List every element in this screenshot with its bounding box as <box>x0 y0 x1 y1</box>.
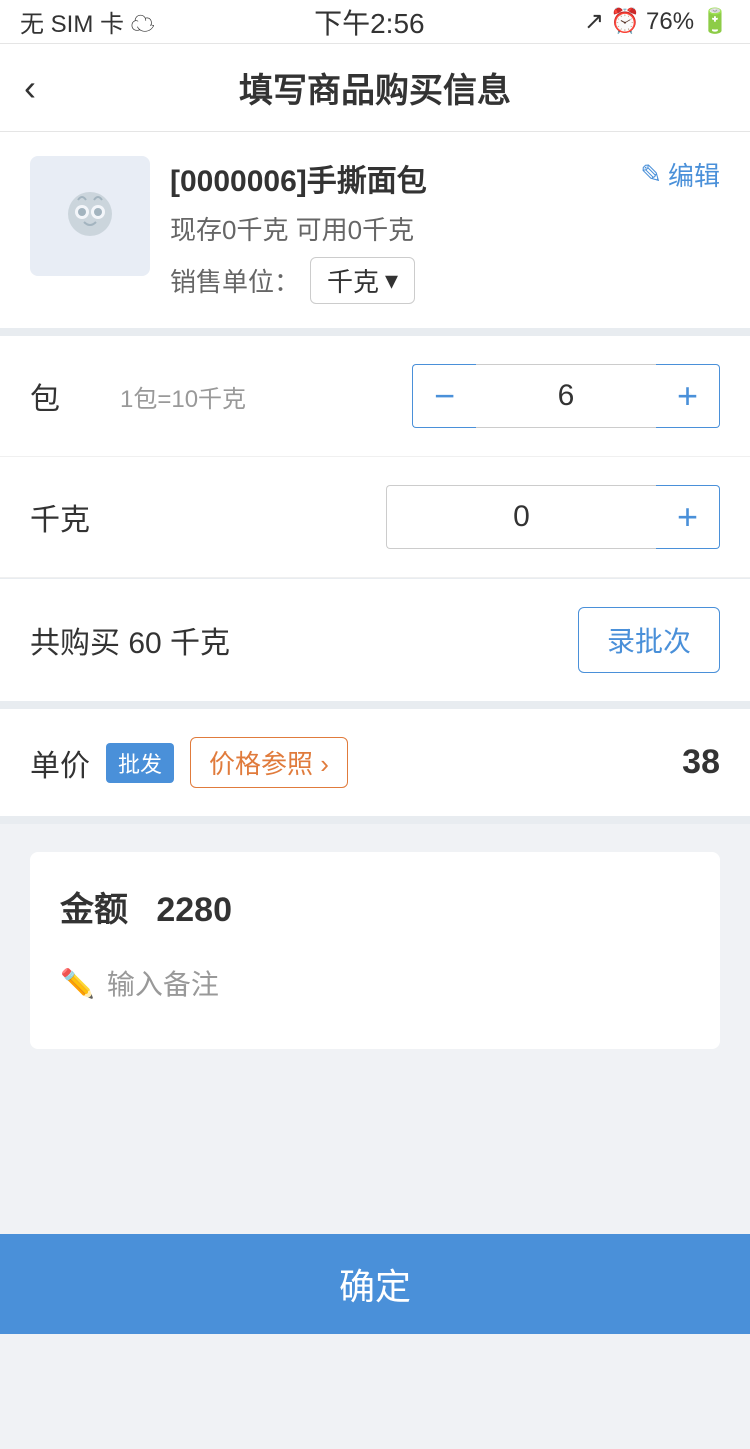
amount-value: 2280 <box>156 891 232 929</box>
page-title: 填写商品购买信息 <box>239 63 511 112</box>
status-bar: 无 SIM 卡 ☁ 下午2:56 ↗ ⏰ 76% 🔋 <box>0 0 750 44</box>
package-hint: 1包=10千克 <box>120 379 412 414</box>
price-type-tag: 批发 <box>106 743 174 783</box>
product-image-icon <box>60 186 120 246</box>
remark-placeholder: 输入备注 <box>107 963 219 1003</box>
status-time: 下午2:56 <box>314 2 425 42</box>
package-qty-control: − + <box>412 364 720 428</box>
product-unit-row: 销售单位： 千克 ▾ <box>170 257 620 304</box>
amount-row: 金额 2280 ✏️ 输入备注 <box>30 852 720 1049</box>
chevron-down-icon: ▾ <box>385 265 398 296</box>
unit-select[interactable]: 千克 ▾ <box>310 257 415 304</box>
price-ref-button[interactable]: 价格参照 › <box>190 737 348 788</box>
amount-section: 金额 2280 ✏️ 输入备注 <box>0 824 750 1049</box>
package-label: 包 <box>30 374 110 418</box>
kg-qty-input[interactable] <box>386 485 656 549</box>
price-section: 单价 批发 价格参照 › 38 <box>0 709 750 824</box>
nav-bar: ‹ 填写商品购买信息 <box>0 44 750 132</box>
battery-text: 76% <box>646 8 694 36</box>
package-row: 包 1包=10千克 − + <box>0 336 750 457</box>
amount-label: 金额 <box>60 891 128 929</box>
kg-row: 千克 + <box>0 457 750 578</box>
product-card: [0000006]手撕面包 现存0千克 可用0千克 销售单位： 千克 ▾ ✎ 编… <box>0 132 750 336</box>
package-plus-button[interactable]: + <box>656 364 720 428</box>
product-info: [0000006]手撕面包 现存0千克 可用0千克 销售单位： 千克 ▾ <box>170 156 620 304</box>
status-left: 无 SIM 卡 ☁ <box>20 4 155 39</box>
amount-text: 金额 2280 <box>60 882 690 931</box>
summary-text: 共购买 60 千克 <box>30 618 230 662</box>
price-value: 38 <box>682 743 720 782</box>
batch-button[interactable]: 录批次 <box>578 607 720 673</box>
product-thumbnail <box>30 156 150 276</box>
product-name: [0000006]手撕面包 <box>170 156 620 200</box>
kg-label: 千克 <box>30 495 110 539</box>
edit-icon: ✎ <box>640 159 662 190</box>
confirm-button[interactable]: 确定 <box>0 1234 750 1334</box>
kg-plus-button[interactable]: + <box>656 485 720 549</box>
product-stock: 现存0千克 可用0千克 <box>170 210 620 247</box>
package-minus-button[interactable]: − <box>412 364 476 428</box>
unit-label: 销售单位： <box>170 262 300 299</box>
status-right: ↗ ⏰ 76% 🔋 <box>584 7 730 36</box>
alarm-icon: ⏰ <box>610 7 640 36</box>
remark-row[interactable]: ✏️ 输入备注 <box>60 947 690 1019</box>
input-section: 包 1包=10千克 − + 千克 + <box>0 336 750 579</box>
package-qty-input[interactable] <box>476 364 656 428</box>
battery-icon: 🔋 <box>700 7 730 36</box>
summary-section: 共购买 60 千克 录批次 <box>0 579 750 709</box>
location-icon: ↗ <box>584 7 604 36</box>
edit-button[interactable]: ✎ 编辑 <box>640 156 720 193</box>
pencil-icon: ✏️ <box>60 967 95 1000</box>
price-label: 单价 <box>30 741 90 785</box>
sim-text: 无 SIM 卡 ☁ <box>20 4 155 39</box>
kg-qty-control: + <box>386 485 720 549</box>
back-button[interactable]: ‹ <box>24 67 36 109</box>
